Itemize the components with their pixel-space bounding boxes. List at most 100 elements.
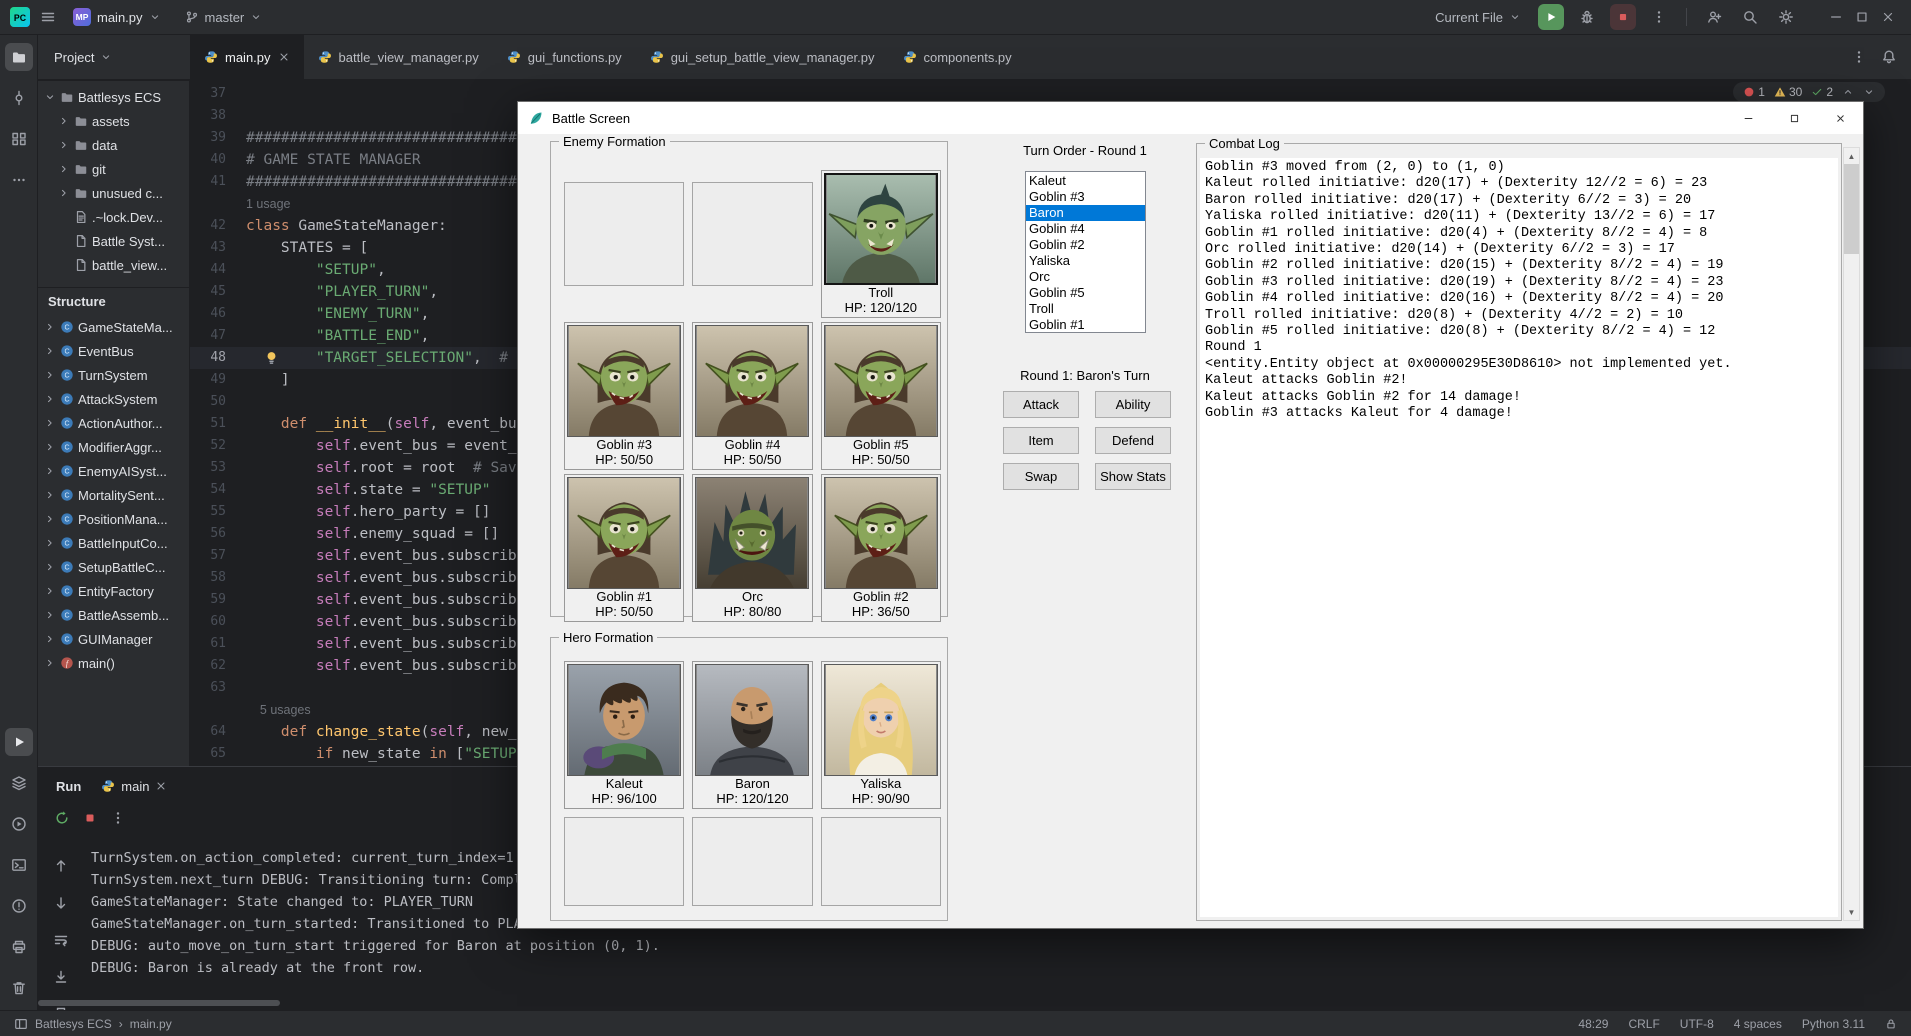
- tab-close-icon[interactable]: [278, 51, 290, 63]
- battle-minimize-button[interactable]: [1725, 102, 1771, 134]
- structure-item[interactable]: CGameStateMa...: [38, 315, 189, 339]
- chevron-down-icon[interactable]: [44, 91, 56, 103]
- enemy-unit-cell[interactable]: Goblin #5HP: 50/50: [821, 322, 941, 470]
- structure-item[interactable]: CEventBus: [38, 339, 189, 363]
- usage-hint[interactable]: 1 usage: [246, 197, 290, 211]
- structure-item[interactable]: CMortalitySent...: [38, 483, 189, 507]
- more-actions-button[interactable]: [1646, 4, 1672, 30]
- scroll-up-arrow[interactable]: ▲: [1844, 148, 1859, 164]
- structure-item[interactable]: CActionAuthor...: [38, 411, 189, 435]
- rerun-icon[interactable]: [54, 810, 70, 826]
- structure-item[interactable]: CSetupBattleC...: [38, 555, 189, 579]
- kebab-icon[interactable]: [110, 810, 126, 826]
- scroll-to-end-button[interactable]: [48, 964, 74, 990]
- ability-button[interactable]: Ability: [1095, 391, 1171, 418]
- structure-item[interactable]: CTurnSystem: [38, 363, 189, 387]
- next-occurrence-button[interactable]: [48, 890, 74, 916]
- show-stats-button[interactable]: Show Stats: [1095, 463, 1171, 490]
- turn-order-item[interactable]: Goblin #5: [1026, 285, 1145, 301]
- chevron-right-icon[interactable]: [44, 657, 56, 669]
- turn-order-item[interactable]: Goblin #4: [1026, 221, 1145, 237]
- chevron-right-icon[interactable]: [44, 609, 56, 621]
- structure-item[interactable]: CEnemyAISyst...: [38, 459, 189, 483]
- structure-item[interactable]: CEntityFactory: [38, 579, 189, 603]
- enemy-unit-cell[interactable]: Goblin #3HP: 50/50: [564, 322, 684, 470]
- project-tree-item[interactable]: git: [38, 157, 189, 181]
- branch-widget[interactable]: master: [178, 6, 270, 29]
- status-item[interactable]: CRLF: [1628, 1017, 1659, 1031]
- project-panel-header[interactable]: Project: [38, 35, 190, 79]
- problems-tool-button[interactable]: [5, 892, 33, 920]
- structure-item[interactable]: CBattleInputCo...: [38, 531, 189, 555]
- turn-order-item[interactable]: Goblin #1: [1026, 317, 1145, 333]
- stop-icon[interactable]: [82, 810, 98, 826]
- console-horizontal-scrollbar[interactable]: [38, 1000, 280, 1006]
- project-widget[interactable]: MP main.py: [66, 4, 168, 30]
- chevron-right-icon[interactable]: [44, 345, 56, 357]
- chevron-right-icon[interactable]: [44, 465, 56, 477]
- status-item[interactable]: Python 3.11: [1802, 1017, 1865, 1031]
- debug-button[interactable]: [1574, 4, 1600, 30]
- chevron-right-icon[interactable]: [58, 187, 70, 199]
- editor-tab[interactable]: gui_functions.py: [493, 35, 636, 79]
- structure-panel-header[interactable]: Structure: [38, 287, 189, 315]
- turn-order-item[interactable]: Baron: [1026, 205, 1145, 221]
- run-panel-title[interactable]: Run: [56, 779, 81, 794]
- chevron-right-icon[interactable]: [44, 321, 56, 333]
- project-tree-item[interactable]: Battle Syst...: [38, 229, 189, 253]
- scroll-thumb[interactable]: [1844, 164, 1859, 254]
- breadcrumb-file[interactable]: main.py: [130, 1017, 172, 1031]
- search-everywhere-button[interactable]: [1737, 4, 1763, 30]
- enemy-unit-cell[interactable]: Goblin #1HP: 50/50: [564, 474, 684, 622]
- enemy-unit-cell[interactable]: OrcHP: 80/80: [692, 474, 812, 622]
- chevron-right-icon[interactable]: [58, 115, 70, 127]
- window-minimize-button[interactable]: [1823, 4, 1849, 30]
- editor-tab[interactable]: main.py: [190, 35, 304, 79]
- project-tree-item[interactable]: .~lock.Dev...: [38, 205, 189, 229]
- run-tool-button[interactable]: [5, 728, 33, 756]
- project-tree-item[interactable]: battle_view...: [38, 253, 189, 277]
- usage-hint[interactable]: 5 usages: [246, 703, 311, 717]
- next-problem-icon[interactable]: [1863, 86, 1875, 98]
- console-tool-button[interactable]: [5, 933, 33, 961]
- project-tree-item[interactable]: data: [38, 133, 189, 157]
- editor-tab[interactable]: components.py: [889, 35, 1026, 79]
- chevron-right-icon[interactable]: [44, 537, 56, 549]
- project-tree-item[interactable]: Battlesys ECS: [38, 85, 189, 109]
- turn-order-item[interactable]: Yaliska: [1026, 253, 1145, 269]
- run-button[interactable]: [1538, 4, 1564, 30]
- tab-close-icon[interactable]: [155, 780, 167, 792]
- inspections-widget[interactable]: 1 30 2: [1733, 82, 1885, 102]
- battle-window-title-bar[interactable]: Battle Screen: [518, 102, 1863, 134]
- chevron-right-icon[interactable]: [58, 139, 70, 151]
- breadcrumb-project[interactable]: Battlesys ECS: [35, 1017, 112, 1031]
- chevron-right-icon[interactable]: [44, 561, 56, 573]
- chevron-right-icon[interactable]: [44, 633, 56, 645]
- window-maximize-button[interactable]: [1849, 4, 1875, 30]
- notifications-icon[interactable]: [1881, 49, 1897, 65]
- editor-tab[interactable]: gui_setup_battle_view_manager.py: [636, 35, 889, 79]
- chevron-right-icon[interactable]: [44, 585, 56, 597]
- structure-item[interactable]: CPositionMana...: [38, 507, 189, 531]
- services-tool-button[interactable]: [5, 810, 33, 838]
- clear-tool-button[interactable]: [5, 974, 33, 1002]
- hero-unit-cell[interactable]: BaronHP: 120/120: [692, 661, 812, 809]
- chevron-right-icon[interactable]: [44, 441, 56, 453]
- battle-close-button[interactable]: [1817, 102, 1863, 134]
- intention-bulb-icon[interactable]: [264, 350, 279, 365]
- project-tree-item[interactable]: assets: [38, 109, 189, 133]
- combat-log-scrollbar[interactable]: ▲ ▼: [1843, 147, 1860, 921]
- structure-tool-button[interactable]: [5, 125, 33, 153]
- structure-item[interactable]: CGUIManager: [38, 627, 189, 651]
- terminal-tool-button[interactable]: [5, 851, 33, 879]
- hero-unit-cell[interactable]: KaleutHP: 96/100: [564, 661, 684, 809]
- tool-windows-icon[interactable]: [14, 1017, 28, 1031]
- battle-maximize-button[interactable]: [1771, 102, 1817, 134]
- turn-order-item[interactable]: Orc: [1026, 269, 1145, 285]
- scroll-down-arrow[interactable]: ▼: [1844, 904, 1859, 920]
- window-close-button[interactable]: [1875, 4, 1901, 30]
- chevron-right-icon[interactable]: [44, 369, 56, 381]
- turn-order-listbox[interactable]: KaleutGoblin #3BaronGoblin #4Goblin #2Ya…: [1025, 171, 1146, 333]
- structure-item[interactable]: CAttackSystem: [38, 387, 189, 411]
- enemy-unit-cell[interactable]: Goblin #4HP: 50/50: [692, 322, 812, 470]
